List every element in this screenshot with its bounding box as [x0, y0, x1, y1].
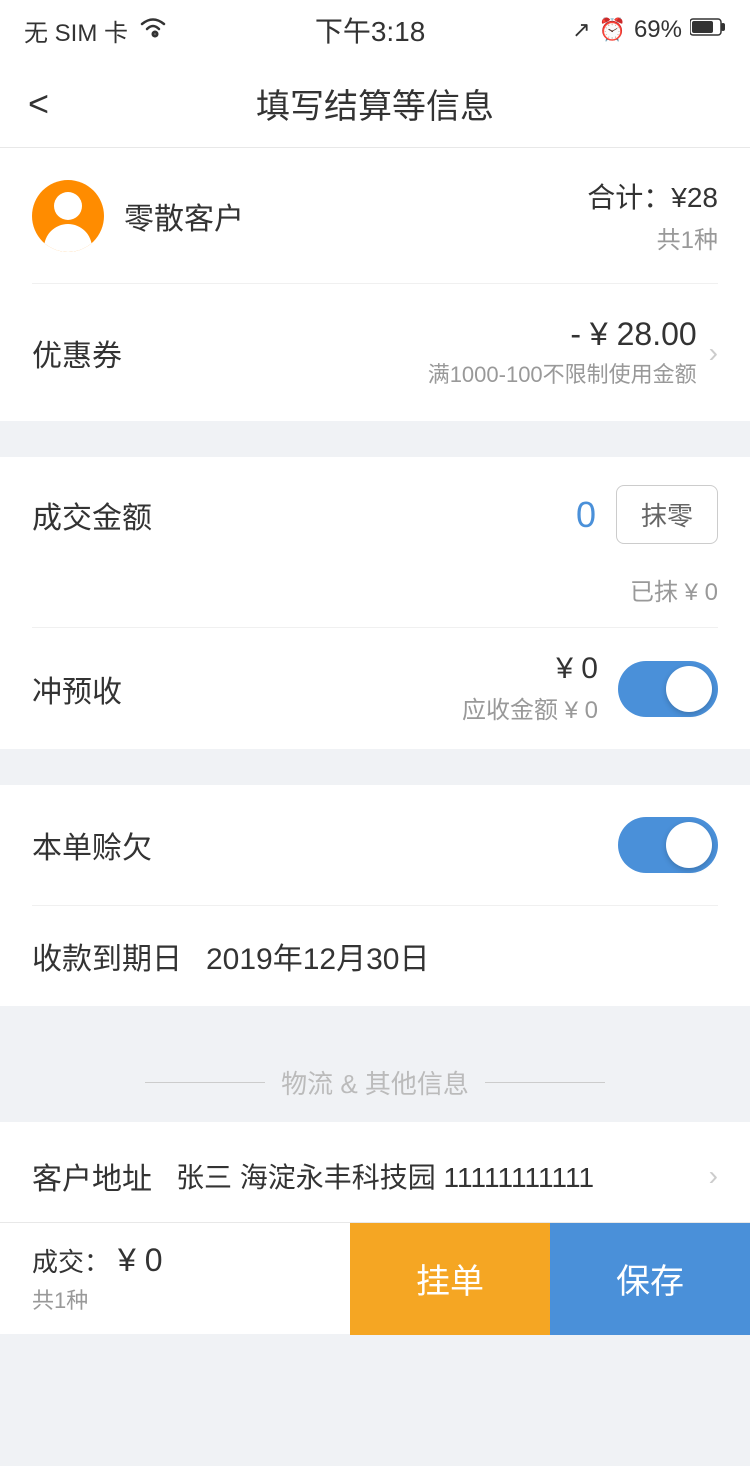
- status-time: 下午3:18: [315, 10, 426, 50]
- alarm-icon: ⏰: [599, 17, 626, 43]
- gray-separator-2: [0, 765, 750, 785]
- toggle-knob: [666, 666, 712, 712]
- total-amount: 合计：¥28: [587, 176, 718, 216]
- address-value: 张三 海淀永丰科技园 11111111111: [176, 1156, 709, 1196]
- location-icon: ↗: [572, 17, 590, 43]
- total-count: 共1种: [587, 220, 718, 255]
- nav-bar: < 填写结算等信息: [0, 60, 750, 148]
- transaction-section: 成交金额 0 抹零 已抹 ¥ 0 冲预收 ¥ 0 应收金额 ¥ 0: [0, 457, 750, 749]
- bottom-info: 成交： ¥ 0 共1种: [0, 1242, 350, 1315]
- avatar-head: [54, 192, 82, 220]
- bottom-amount-value: ¥ 0: [118, 1242, 162, 1279]
- coupon-discount: - ¥ 28.00: [428, 316, 697, 353]
- transaction-right: 0 抹零: [556, 485, 718, 544]
- prereceive-right: ¥ 0 应收金额 ¥ 0: [462, 652, 718, 725]
- erase-button[interactable]: 抹零: [616, 485, 718, 544]
- customer-row: 零散客户 合计：¥28 共1种: [0, 148, 750, 283]
- hold-button-label: 挂单: [416, 1254, 484, 1303]
- transaction-amount-row: 成交金额 0 抹零: [0, 457, 750, 572]
- avatar-body: [44, 224, 92, 252]
- header-line-right: [485, 1082, 605, 1083]
- header-line-left: [145, 1082, 265, 1083]
- customer-section: 零散客户 合计：¥28 共1种 优惠券 - ¥ 28.00 满1000-100不…: [0, 148, 750, 421]
- prereceive-amount: ¥ 0: [462, 652, 598, 686]
- logistics-label: 物流 & 其他信息: [281, 1064, 469, 1101]
- prereceive-sub: 应收金额 ¥ 0: [462, 690, 598, 725]
- wifi-icon: [138, 16, 168, 45]
- gray-separator-1: [0, 437, 750, 457]
- logistics-header: 物流 & 其他信息: [0, 1042, 750, 1122]
- address-row[interactable]: 客户地址 张三 海淀永丰科技园 11111111111 ›: [0, 1122, 750, 1230]
- customer-total: 合计：¥28 共1种: [587, 176, 718, 255]
- bottom-amount-row: 成交： ¥ 0: [32, 1242, 318, 1279]
- battery-icon: [690, 16, 726, 44]
- debt-toggle[interactable]: [618, 817, 718, 873]
- logistics-header-text: 物流 & 其他信息: [145, 1064, 605, 1101]
- erased-label: 已抹 ¥ 0: [0, 572, 750, 627]
- status-right: ↗ ⏰ 69%: [572, 16, 726, 44]
- bottom-bar: 成交： ¥ 0 共1种 挂单 保存: [0, 1222, 750, 1334]
- debt-toggle-knob: [666, 822, 712, 868]
- back-button[interactable]: <: [28, 83, 49, 125]
- prereceive-row: 冲预收 ¥ 0 应收金额 ¥ 0: [0, 628, 750, 749]
- prereceive-label: 冲预收: [32, 667, 122, 711]
- page-title: 填写结算等信息: [256, 79, 494, 128]
- due-date-value: 2019年12月30日: [206, 934, 429, 978]
- address-chevron-right-icon: ›: [709, 1160, 718, 1192]
- coupon-right: - ¥ 28.00 满1000-100不限制使用金额 ›: [428, 316, 718, 389]
- coupon-row[interactable]: 优惠券 - ¥ 28.00 满1000-100不限制使用金额 ›: [0, 284, 750, 421]
- hold-button[interactable]: 挂单: [350, 1223, 550, 1335]
- status-bar: 无 SIM 卡 下午3:18 ↗ ⏰ 69%: [0, 0, 750, 60]
- prereceive-toggle[interactable]: [618, 661, 718, 717]
- transaction-amount-input[interactable]: 0: [556, 494, 596, 536]
- bottom-count: 共1种: [32, 1283, 318, 1315]
- sim-label: 无 SIM 卡: [24, 13, 128, 48]
- coupon-description: 满1000-100不限制使用金额: [428, 357, 697, 389]
- coupon-label: 优惠券: [32, 331, 122, 375]
- battery-label: 69%: [634, 16, 682, 44]
- address-section: 客户地址 张三 海淀永丰科技园 11111111111 ›: [0, 1122, 750, 1230]
- due-date-row[interactable]: 收款到期日 2019年12月30日: [0, 906, 750, 1006]
- coupon-value-block: - ¥ 28.00 满1000-100不限制使用金额: [428, 316, 697, 389]
- address-label: 客户地址: [32, 1154, 152, 1198]
- debt-row: 本单赊欠: [0, 785, 750, 905]
- status-left: 无 SIM 卡: [24, 13, 168, 48]
- save-button[interactable]: 保存: [550, 1223, 750, 1335]
- due-date-label: 收款到期日: [32, 934, 182, 978]
- prereceive-amount-block: ¥ 0 应收金额 ¥ 0: [462, 652, 598, 725]
- debt-section: 本单赊欠 收款到期日 2019年12月30日: [0, 785, 750, 1006]
- avatar: [32, 180, 104, 252]
- gray-separator-3: [0, 1022, 750, 1042]
- transaction-label: 成交金额: [32, 493, 152, 537]
- bottom-amount-label: 成交：: [32, 1242, 110, 1279]
- coupon-chevron-right-icon: ›: [709, 337, 718, 369]
- customer-name: 零散客户: [124, 194, 244, 238]
- customer-left: 零散客户: [32, 180, 244, 252]
- debt-label: 本单赊欠: [32, 823, 152, 867]
- save-button-label: 保存: [616, 1254, 684, 1303]
